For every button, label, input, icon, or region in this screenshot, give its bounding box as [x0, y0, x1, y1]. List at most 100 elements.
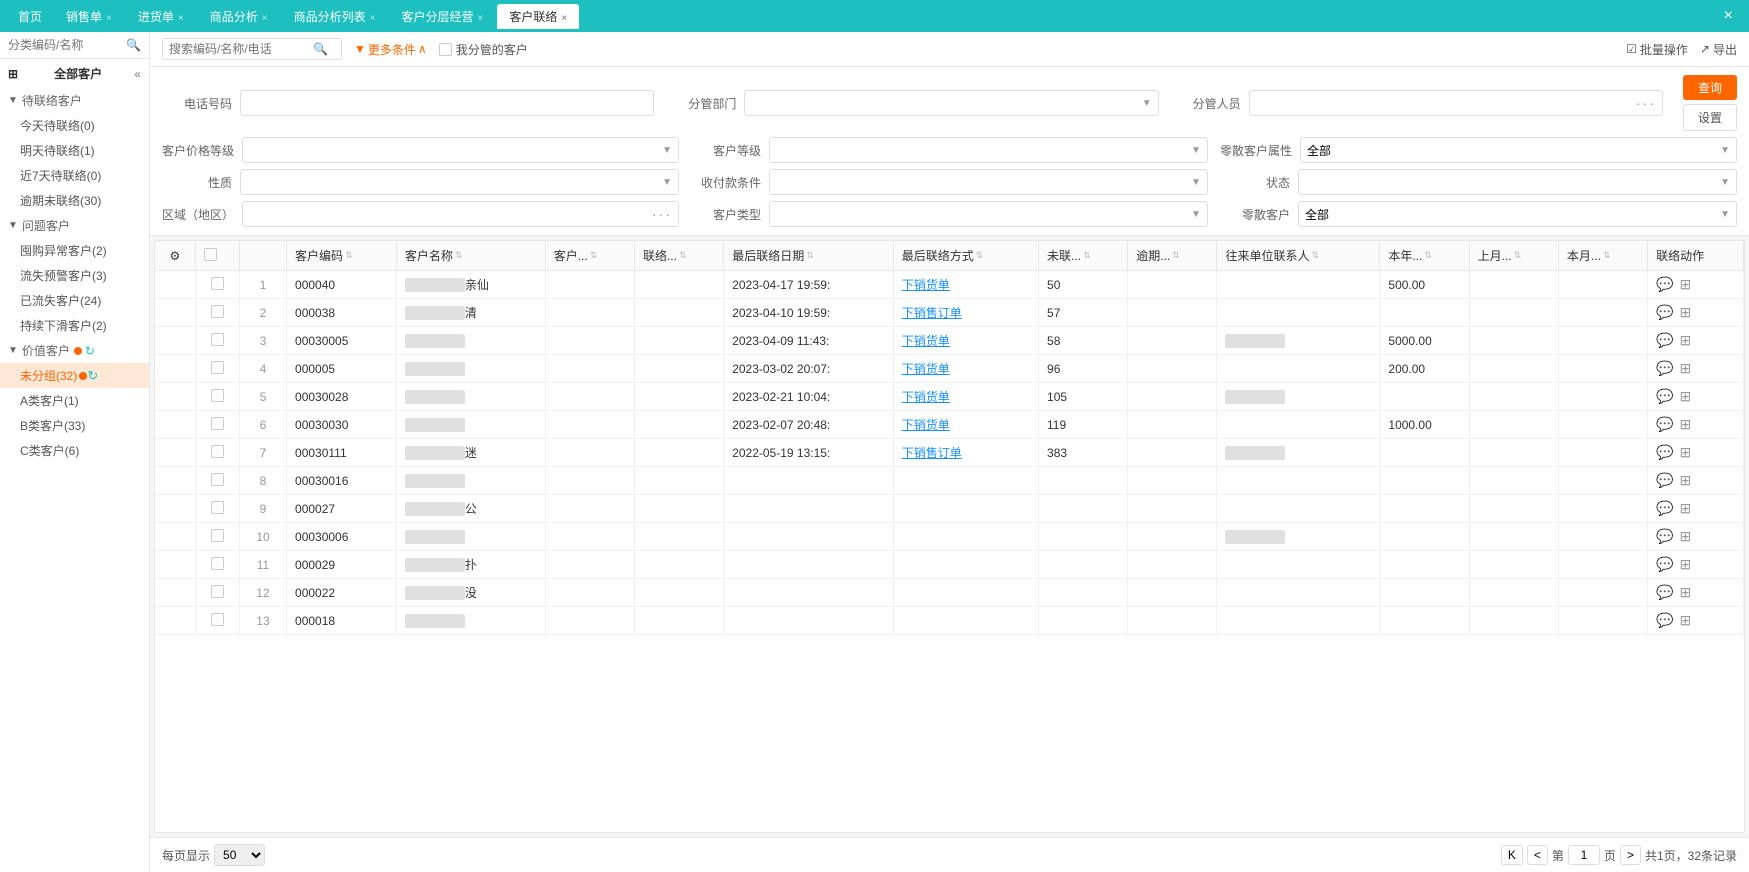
- tab-close-icon[interactable]: ×: [370, 13, 376, 24]
- sidebar-item[interactable]: C类客户(6): [0, 438, 149, 463]
- close-window-icon[interactable]: ×: [1716, 7, 1741, 25]
- more-icon[interactable]: ⊞: [1680, 304, 1692, 321]
- row-checkbox[interactable]: [211, 277, 224, 290]
- contactperson-sort[interactable]: 往来单位联系人: [1225, 247, 1371, 264]
- chat-icon[interactable]: 💬: [1656, 584, 1673, 601]
- sidebar-item[interactable]: 明天待联络(1): [0, 138, 149, 163]
- sidebar-group-title[interactable]: ▼待联络客户: [0, 88, 149, 113]
- more-icon[interactable]: ⊞: [1680, 444, 1692, 461]
- chat-icon[interactable]: 💬: [1656, 612, 1673, 629]
- nav-tab[interactable]: 进货单×: [126, 4, 196, 29]
- more-conditions-btn[interactable]: ▼ 更多条件 ∧: [354, 41, 427, 58]
- customer-level-select[interactable]: ▼: [769, 137, 1208, 163]
- name-column-header[interactable]: 客户名称: [396, 241, 545, 271]
- collapse-icon[interactable]: «: [134, 67, 141, 81]
- chat-icon[interactable]: 💬: [1656, 444, 1673, 461]
- type-sort[interactable]: 客户...: [554, 247, 626, 264]
- nav-tab[interactable]: 商品分析×: [198, 4, 280, 29]
- sidebar-search-icon[interactable]: 🔍: [126, 38, 141, 52]
- sidebar-group-title[interactable]: ▼问题客户: [0, 213, 149, 238]
- more-icon[interactable]: ⊞: [1680, 472, 1692, 489]
- dept-select[interactable]: ▼: [744, 90, 1158, 116]
- sidebar-item[interactable]: 持续下滑客户(2): [0, 313, 149, 338]
- batch-ops-btn[interactable]: ☑ 批量操作: [1626, 41, 1688, 58]
- sidebar-group-title[interactable]: ▼价值客户↻: [0, 338, 149, 363]
- my-customers-toggle[interactable]: 我分管的客户: [439, 41, 528, 58]
- price-level-select[interactable]: ▼: [242, 137, 679, 163]
- more-icon[interactable]: ⊞: [1680, 612, 1692, 629]
- row-checkbox[interactable]: [211, 613, 224, 626]
- phone-input[interactable]: [240, 90, 654, 116]
- sidebar-item[interactable]: 流失预警客户(3): [0, 263, 149, 288]
- tab-close-icon[interactable]: ×: [561, 13, 567, 24]
- value-customer-refresh[interactable]: ↻: [85, 344, 95, 358]
- sidebar-all-customers[interactable]: ⊞ 全部客户 «: [0, 59, 149, 88]
- notcontacted-column-header[interactable]: 未联...: [1039, 241, 1128, 271]
- lastdate-sort[interactable]: 最后联络日期: [732, 247, 885, 264]
- row-checkbox[interactable]: [211, 557, 224, 570]
- contact-column-header[interactable]: 联络...: [634, 241, 723, 271]
- row-checkbox[interactable]: [211, 473, 224, 486]
- name-sort[interactable]: 客户名称: [405, 247, 537, 264]
- refresh-icon[interactable]: ↻: [87, 368, 98, 383]
- last-method-link[interactable]: 下销售订单: [902, 306, 962, 320]
- manager-input[interactable]: ···: [1249, 90, 1663, 116]
- overdue-sort[interactable]: 逾期...: [1136, 247, 1208, 264]
- notcontacted-sort[interactable]: 未联...: [1047, 247, 1119, 264]
- row-checkbox[interactable]: [211, 585, 224, 598]
- more-icon[interactable]: ⊞: [1680, 360, 1692, 377]
- last-method-link[interactable]: 下销货单: [902, 278, 950, 292]
- next-page-btn[interactable]: >: [1620, 845, 1641, 865]
- code-sort[interactable]: 客户编码: [295, 247, 388, 264]
- thismonth-sort[interactable]: 本月...: [1567, 247, 1639, 264]
- chat-icon[interactable]: 💬: [1656, 500, 1673, 517]
- chat-icon[interactable]: 💬: [1656, 360, 1673, 377]
- chat-icon[interactable]: 💬: [1656, 388, 1673, 405]
- sidebar-search-input[interactable]: [8, 38, 122, 52]
- my-customers-checkbox[interactable]: [439, 43, 452, 56]
- thisyear-column-header[interactable]: 本年...: [1380, 241, 1469, 271]
- thismonth-column-header[interactable]: 本月...: [1558, 241, 1647, 271]
- chat-icon[interactable]: 💬: [1656, 332, 1673, 349]
- lastmonth-sort[interactable]: 上月...: [1478, 247, 1550, 264]
- search-button[interactable]: 查询: [1683, 75, 1737, 100]
- filter-search-icon[interactable]: 🔍: [313, 42, 328, 56]
- last-method-link[interactable]: 下销货单: [902, 418, 950, 432]
- row-checkbox[interactable]: [211, 389, 224, 402]
- more-icon[interactable]: ⊞: [1680, 500, 1692, 517]
- row-checkbox[interactable]: [211, 417, 224, 430]
- customer-type-select[interactable]: ▼: [769, 201, 1208, 227]
- retail-select[interactable]: 全部▼: [1298, 201, 1737, 227]
- row-checkbox[interactable]: [211, 333, 224, 346]
- sidebar-item[interactable]: 近7天待联络(0): [0, 163, 149, 188]
- reset-button[interactable]: 设置: [1683, 104, 1737, 131]
- chat-icon[interactable]: 💬: [1656, 528, 1673, 545]
- more-icon[interactable]: ⊞: [1680, 332, 1692, 349]
- sidebar-item[interactable]: 今天待联络(0): [0, 113, 149, 138]
- tab-close-icon[interactable]: ×: [477, 13, 483, 24]
- more-icon[interactable]: ⊞: [1680, 528, 1692, 545]
- settings-column-header[interactable]: ⚙: [155, 241, 195, 271]
- more-icon[interactable]: ⊞: [1680, 416, 1692, 433]
- last-method-link[interactable]: 下销货单: [902, 390, 950, 404]
- sidebar-item[interactable]: B类客户(33): [0, 413, 149, 438]
- more-icon[interactable]: ⊞: [1680, 388, 1692, 405]
- page-size-select[interactable]: 50 100: [214, 844, 265, 866]
- nav-tab[interactable]: 销售单×: [54, 4, 124, 29]
- sidebar-item[interactable]: A类客户(1): [0, 388, 149, 413]
- prev-page-btn[interactable]: <: [1527, 845, 1548, 865]
- type-column-header[interactable]: 客户...: [545, 241, 634, 271]
- contactperson-column-header[interactable]: 往来单位联系人: [1217, 241, 1380, 271]
- chat-icon[interactable]: 💬: [1656, 276, 1673, 293]
- lastdate-column-header[interactable]: 最后联络日期: [724, 241, 894, 271]
- tab-close-icon[interactable]: ×: [106, 13, 112, 24]
- lastmonth-column-header[interactable]: 上月...: [1469, 241, 1558, 271]
- region-input[interactable]: ···: [242, 201, 679, 227]
- retail-attr-select[interactable]: 全部▼: [1300, 137, 1737, 163]
- nav-tab[interactable]: 客户联络×: [497, 4, 579, 29]
- last-method-link[interactable]: 下销货单: [902, 334, 950, 348]
- nav-tab[interactable]: 商品分析列表×: [282, 4, 388, 29]
- row-checkbox[interactable]: [211, 529, 224, 542]
- last-method-link[interactable]: 下销售订单: [902, 446, 962, 460]
- sidebar-item[interactable]: 囤购异常客户(2): [0, 238, 149, 263]
